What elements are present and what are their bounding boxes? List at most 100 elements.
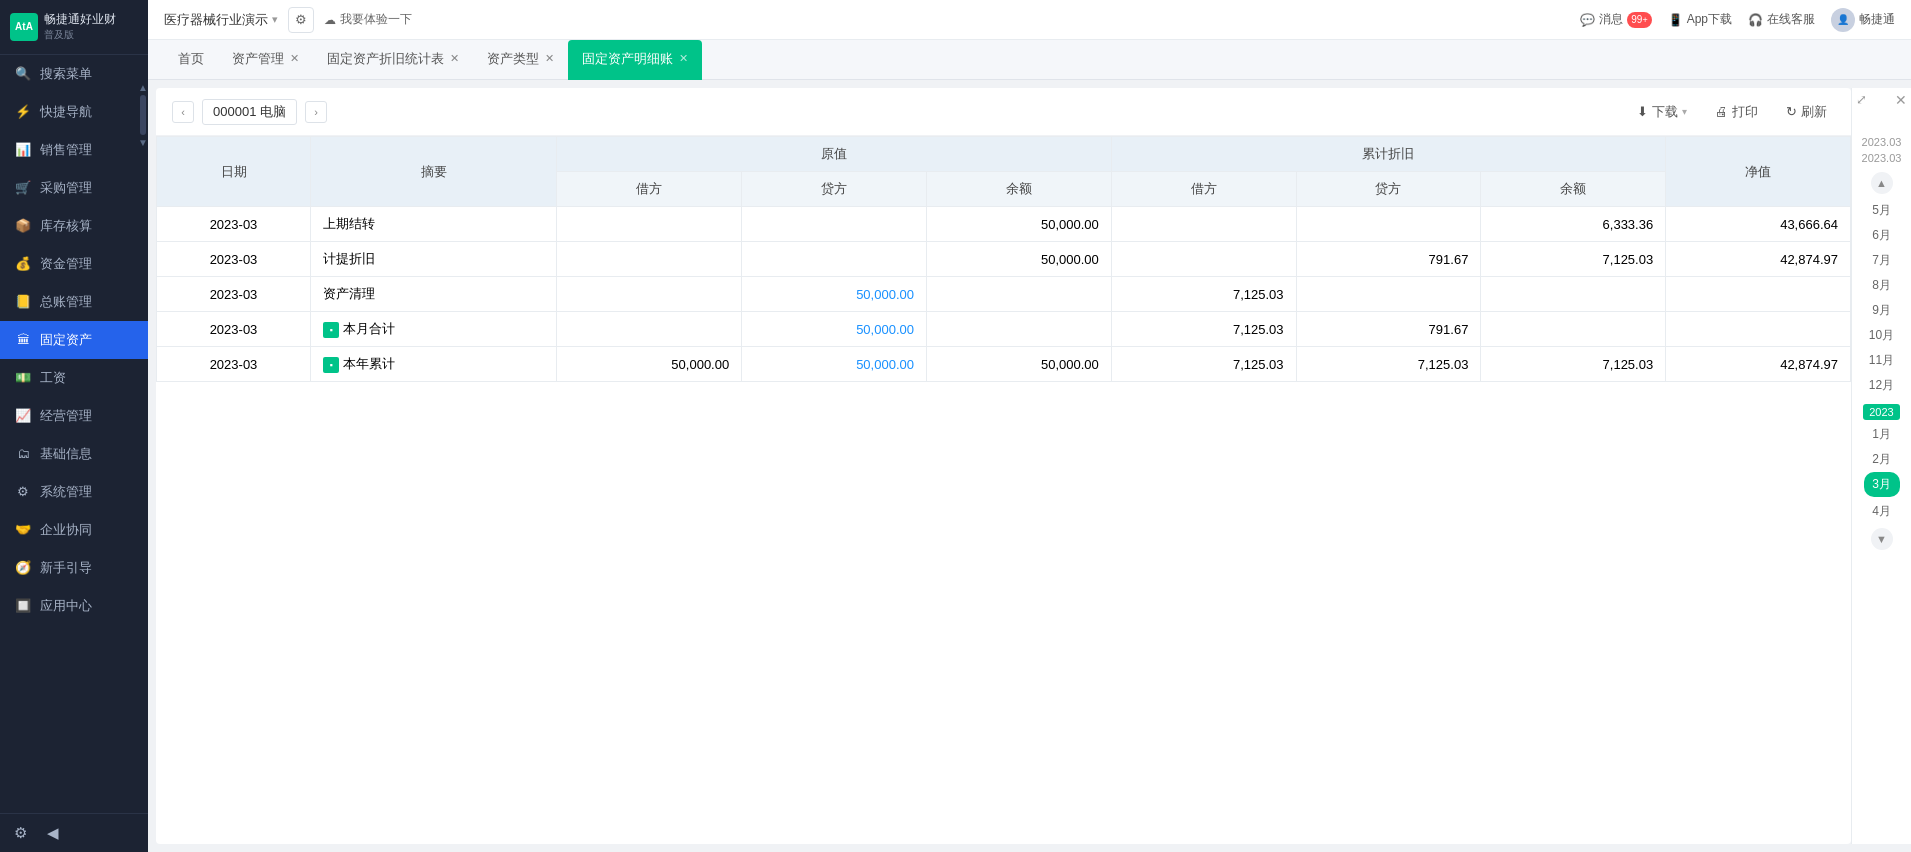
cell-dep-balance: 6,333.36 [1481, 207, 1666, 242]
timeline-month-9[interactable]: 9月 [1852, 298, 1911, 323]
subtotal-tag-icon: ▪ [323, 357, 339, 373]
timeline-month-1[interactable]: 1月 [1852, 422, 1911, 447]
cloud-icon: ☁ [324, 13, 336, 27]
sidebar-item-system[interactable]: ⚙ 系统管理 [0, 473, 148, 511]
sidebar-bottom: ⚙ ◀ [0, 813, 148, 852]
sidebar-item-payroll[interactable]: 💵 工资 [0, 359, 148, 397]
settings-bottom-icon[interactable]: ⚙ [14, 824, 27, 842]
company-selector[interactable]: 医疗器械行业演示 ▾ [164, 11, 278, 29]
inventory-icon: 📦 [14, 217, 32, 235]
cell-date: 2023-03 [157, 312, 311, 347]
sidebar-item-basic[interactable]: 🗂 基础信息 [0, 435, 148, 473]
asset-id-selector[interactable]: 000001 电脑 [202, 99, 297, 125]
apps-icon: 🔲 [14, 597, 32, 615]
cell-orig-balance [926, 277, 1111, 312]
toolbar-right: ⬇ 下载 ▾ 🖨 打印 ↻ 刷新 [1629, 99, 1835, 125]
sidebar-item-quicknav[interactable]: ⚡ 快捷导航 [0, 93, 148, 131]
download-button[interactable]: ⬇ 下载 ▾ [1629, 99, 1695, 125]
sidebar-scroll-down[interactable]: ▼ [136, 135, 150, 150]
sidebar-scroll-up[interactable]: ▲ [136, 80, 150, 95]
cell-summary: ▪本年累计 [311, 347, 557, 382]
cell-summary: 资产清理 [311, 277, 557, 312]
service-button[interactable]: 🎧 在线客服 [1748, 11, 1815, 28]
timeline-panel: ✕ ⤢ 2023.03 2023.03 ▲ 5月 6月 7月 8月 9月 10月… [1851, 88, 1911, 844]
experience-button[interactable]: ☁ 我要体验一下 [324, 11, 412, 28]
messages-button[interactable]: 💬 消息 99+ [1580, 11, 1651, 28]
sidebar-item-collab[interactable]: 🤝 企业协同 [0, 511, 148, 549]
refresh-button[interactable]: ↻ 刷新 [1778, 99, 1835, 125]
cell-date: 2023-03 [157, 347, 311, 382]
timeline-month-8[interactable]: 8月 [1852, 273, 1911, 298]
timeline-month-5[interactable]: 5月 [1852, 198, 1911, 223]
sidebar-item-finance[interactable]: 💰 资金管理 [0, 245, 148, 283]
tab-depreciation-close[interactable]: ✕ [450, 52, 459, 65]
timeline-month-2[interactable]: 2月 [1852, 447, 1911, 472]
mobile-icon: 📱 [1668, 13, 1683, 27]
collapse-icon[interactable]: ◀ [47, 824, 59, 842]
sidebar-item-sales[interactable]: 📊 销售管理 [0, 131, 148, 169]
timeline-month-7[interactable]: 7月 [1852, 248, 1911, 273]
cell-dep-debit: 7,125.03 [1111, 347, 1296, 382]
timeline-month-11[interactable]: 11月 [1852, 348, 1911, 373]
sidebar-item-guide[interactable]: 🧭 新手引导 [0, 549, 148, 587]
tab-assets-mgmt[interactable]: 资产管理 ✕ [218, 40, 313, 80]
tabbar: 首页 资产管理 ✕ 固定资产折旧统计表 ✕ 资产类型 ✕ 固定资产明细账 ✕ [148, 40, 1911, 80]
download-chevron-icon: ▾ [1682, 106, 1687, 117]
basic-icon: 🗂 [14, 445, 32, 463]
topbar-settings-button[interactable]: ⚙ [288, 7, 314, 33]
table-row: 2023-03 上期结转 50,000.00 6,333.36 43,666.6… [157, 207, 1851, 242]
timeline-month-3[interactable]: 3月 [1864, 472, 1900, 497]
timeline-nav-up[interactable]: ▲ [1871, 172, 1893, 194]
timeline-nav-down[interactable]: ▼ [1871, 528, 1893, 550]
main-panel: ‹ 000001 电脑 › ⬇ 下载 ▾ 🖨 打印 [156, 88, 1851, 844]
tab-depreciation-table[interactable]: 固定资产折旧统计表 ✕ [313, 40, 473, 80]
topbar-right: 💬 消息 99+ 📱 App下载 🎧 在线客服 👤 畅捷通 [1580, 8, 1895, 32]
sidebar-item-search[interactable]: 🔍 搜索菜单 [0, 55, 148, 93]
sales-icon: 📊 [14, 141, 32, 159]
cell-orig-debit: 50,000.00 [557, 347, 742, 382]
cell-net-value [1666, 312, 1851, 347]
ledger-icon: 📒 [14, 293, 32, 311]
timeline-month-12[interactable]: 12月 [1852, 373, 1911, 398]
timeline-month-10[interactable]: 10月 [1852, 323, 1911, 348]
sidebar-item-assets[interactable]: 🏛 固定资产 [0, 321, 148, 359]
system-icon: ⚙ [14, 483, 32, 501]
sidebar-item-inventory[interactable]: 📦 库存核算 [0, 207, 148, 245]
cell-summary: 计提折旧 [311, 242, 557, 277]
tab-asset-type-close[interactable]: ✕ [545, 52, 554, 65]
tab-asset-detail-close[interactable]: ✕ [679, 52, 688, 65]
cell-summary: 上期结转 [311, 207, 557, 242]
sidebar-item-apps[interactable]: 🔲 应用中心 [0, 587, 148, 625]
guide-icon: 🧭 [14, 559, 32, 577]
panel-toolbar: ‹ 000001 电脑 › ⬇ 下载 ▾ 🖨 打印 [156, 88, 1851, 136]
sidebar-item-ledger[interactable]: 📒 总账管理 [0, 283, 148, 321]
timeline-month-4[interactable]: 4月 [1852, 499, 1911, 524]
user-menu[interactable]: 👤 畅捷通 [1831, 8, 1895, 32]
prev-asset-button[interactable]: ‹ [172, 101, 194, 123]
sidebar-item-ops[interactable]: 📈 经营管理 [0, 397, 148, 435]
next-asset-button[interactable]: › [305, 101, 327, 123]
messages-icon: 💬 [1580, 13, 1595, 27]
tab-assets-mgmt-close[interactable]: ✕ [290, 52, 299, 65]
cell-dep-balance [1481, 312, 1666, 347]
timeline-expand-button[interactable]: ⤢ [1856, 92, 1867, 107]
app-download-button[interactable]: 📱 App下载 [1668, 11, 1732, 28]
cell-orig-balance: 50,000.00 [926, 207, 1111, 242]
messages-badge: 99+ [1627, 12, 1651, 28]
timeline-close-button[interactable]: ✕ [1895, 92, 1907, 108]
purchase-icon: 🛒 [14, 179, 32, 197]
tab-home[interactable]: 首页 [164, 40, 218, 80]
payroll-icon: 💵 [14, 369, 32, 387]
tab-asset-detail[interactable]: 固定资产明细账 ✕ [568, 40, 702, 80]
assets-icon: 🏛 [14, 331, 32, 349]
left-arrow-icon: ‹ [181, 106, 185, 118]
tab-asset-type[interactable]: 资产类型 ✕ [473, 40, 568, 80]
cell-dep-credit: 791.67 [1296, 242, 1481, 277]
sidebar-item-purchase[interactable]: 🛒 采购管理 [0, 169, 148, 207]
print-button[interactable]: 🖨 打印 [1707, 99, 1766, 125]
cell-dep-balance: 7,125.03 [1481, 242, 1666, 277]
timeline-month-6[interactable]: 6月 [1852, 223, 1911, 248]
cell-net-value: 43,666.64 [1666, 207, 1851, 242]
cell-date: 2023-03 [157, 207, 311, 242]
cell-orig-balance: 50,000.00 [926, 347, 1111, 382]
